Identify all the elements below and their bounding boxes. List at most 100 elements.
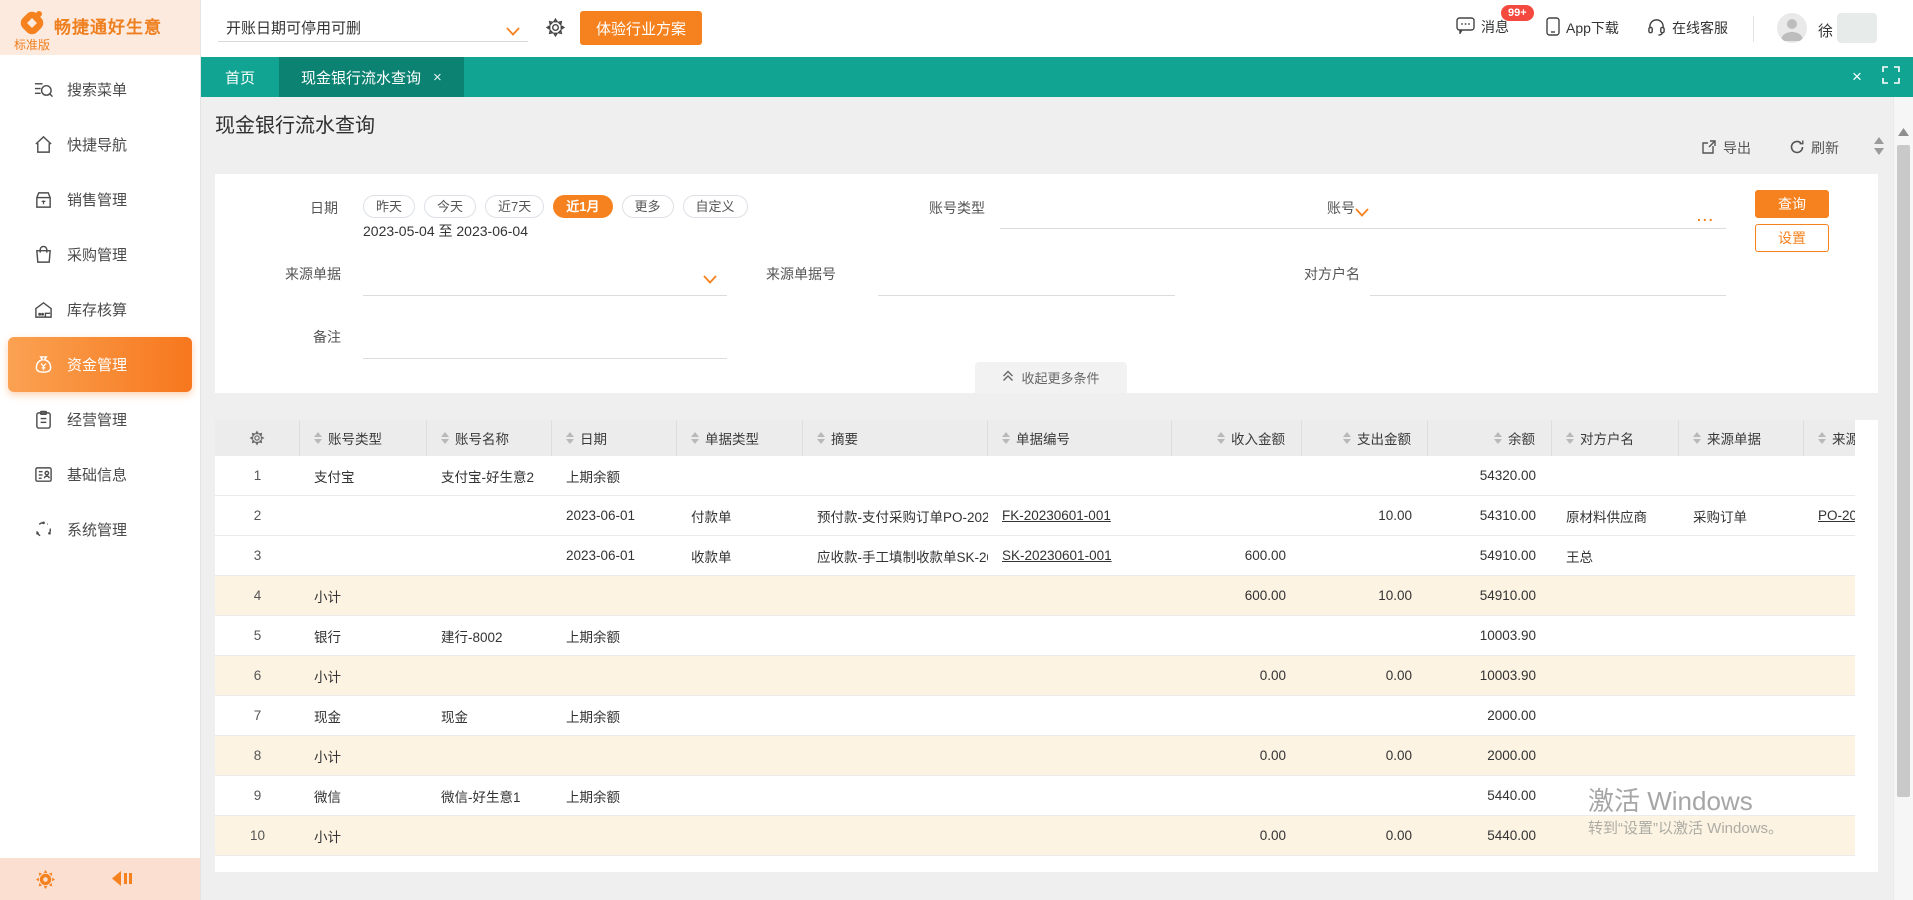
scroll-up-icon[interactable] [1898, 123, 1909, 141]
sort-icon[interactable] [1818, 432, 1826, 444]
date-range-value[interactable]: 2023-05-04 至 2023-06-04 [363, 221, 528, 241]
column-header-对方户名[interactable]: 对方户名 [1552, 420, 1679, 456]
spinner-up-icon[interactable] [1874, 137, 1884, 144]
cell-日期 [552, 656, 677, 695]
date-preset-近7天[interactable]: 近7天 [485, 195, 545, 218]
collapse-filters-button[interactable]: 收起更多条件 [975, 362, 1127, 393]
sort-icon[interactable] [817, 432, 825, 444]
cell-单据类型 [677, 456, 803, 495]
date-preset-近1月[interactable]: 近1月 [553, 195, 613, 218]
date-preset-更多[interactable]: 更多 [621, 195, 674, 218]
sort-icon[interactable] [314, 432, 322, 444]
account-type-select[interactable] [1000, 228, 1383, 229]
counterparty-input[interactable] [1370, 295, 1726, 296]
column-header-账号名称[interactable]: 账号名称 [427, 420, 552, 456]
refresh-button[interactable]: 刷新 [1789, 138, 1839, 158]
cell-来源单据 [1679, 816, 1804, 855]
cell-对方户名: 原材料供应商 [1566, 509, 1647, 525]
app-download-button[interactable]: App下载 [1546, 17, 1619, 39]
tab-home[interactable]: 首页 [201, 57, 279, 97]
sidebar-item-资金管理[interactable]: 资金管理 [8, 337, 192, 392]
settings-button[interactable]: 设置 [1755, 224, 1829, 252]
main-content: 现金银行流水查询 导出 刷新 日期 昨天 今天 近7天 近1月 更多 自定义 2023-0… [201, 97, 1893, 900]
column-header-单据类型[interactable]: 单据类型 [677, 420, 803, 456]
sidebar-item-系统管理[interactable]: 系统管理 [8, 502, 192, 557]
column-header-账号类型[interactable]: 账号类型 [300, 420, 427, 456]
sort-icon[interactable] [691, 432, 699, 444]
chevron-down-icon[interactable] [703, 271, 717, 289]
column-header-余额[interactable]: 余额 [1428, 420, 1552, 456]
cell-支出金额 [1302, 456, 1428, 495]
cell-支出金额: 10.00 [1378, 508, 1412, 523]
sort-icon[interactable] [1217, 432, 1225, 444]
column-header-来源单据号[interactable]: 来源单据号 [1804, 420, 1855, 456]
sidebar-item-搜索菜单[interactable]: 搜索菜单 [8, 62, 192, 117]
user-avatar[interactable] [1777, 13, 1807, 43]
date-preset-昨天[interactable]: 昨天 [363, 195, 416, 218]
cell-余额: 5440.00 [1487, 788, 1536, 803]
column-header-收入金额[interactable]: 收入金额 [1172, 420, 1302, 456]
brand-name: 畅捷通好生意 [54, 18, 162, 37]
sort-icon[interactable] [566, 432, 574, 444]
column-header-支出金额[interactable]: 支出金额 [1302, 420, 1428, 456]
sidebar-item-销售管理[interactable]: 销售管理 [8, 172, 192, 227]
chevron-down-icon[interactable] [1355, 204, 1369, 222]
sidebar-item-采购管理[interactable]: 采购管理 [8, 227, 192, 282]
sidebar-collapse-icon[interactable] [112, 871, 132, 891]
system-icon [34, 520, 53, 539]
column-header-日期[interactable]: 日期 [552, 420, 677, 456]
filter-panel: 日期 昨天 今天 近7天 近1月 更多 自定义 2023-05-04 至 2023-06-… [215, 174, 1878, 393]
cell-收入金额 [1172, 616, 1302, 655]
document-link[interactable]: PO-20230601-001 [1818, 508, 1855, 523]
sidebar-item-label: 资金管理 [67, 357, 128, 374]
online-support-button[interactable]: 在线客服 [1647, 17, 1728, 39]
sidebar-settings-gear-icon[interactable] [36, 870, 55, 894]
cell-账号名称: 现金 [441, 709, 468, 725]
sidebar-item-快捷导航[interactable]: 快捷导航 [8, 117, 192, 172]
tab-cash-bank-flow[interactable]: 现金银行流水查询 × [279, 57, 464, 97]
remark-input[interactable] [363, 358, 727, 359]
column-settings-gear-icon[interactable] [215, 420, 300, 456]
spinner-down-icon[interactable] [1874, 148, 1884, 155]
online-support-label: 在线客服 [1672, 20, 1728, 36]
sort-icon[interactable] [1693, 432, 1701, 444]
column-header-来源单据[interactable]: 来源单据 [1679, 420, 1804, 456]
messages-button[interactable]: 消息 [1456, 17, 1509, 37]
page-spinner[interactable] [1874, 137, 1884, 155]
trial-plan-button[interactable]: 体验行业方案 [580, 11, 702, 45]
sidebar-item-经营管理[interactable]: 经营管理 [8, 392, 192, 447]
document-link[interactable]: SK-20230601-001 [1002, 548, 1112, 563]
tab-close-icon[interactable]: × [433, 69, 442, 86]
account-more-button[interactable]: ... [1697, 208, 1715, 224]
account-set-dropdown[interactable]: 开账日期可停用可删 [218, 14, 528, 42]
cell-对方户名 [1552, 736, 1679, 775]
fullscreen-icon[interactable] [1882, 66, 1900, 89]
sort-icon[interactable] [1566, 432, 1574, 444]
document-link[interactable]: FK-20230601-001 [1002, 508, 1111, 523]
sort-icon[interactable] [1494, 432, 1502, 444]
cell-账号类型 [300, 496, 427, 535]
sidebar-item-库存核算[interactable]: 库存核算 [8, 282, 192, 337]
close-all-tabs-icon[interactable]: × [1842, 57, 1872, 97]
sort-icon[interactable] [1343, 432, 1351, 444]
settings-gear-icon[interactable] [545, 17, 566, 43]
cell-账号类型: 小计 [314, 589, 341, 605]
account-input[interactable] [1367, 228, 1726, 229]
sort-icon[interactable] [441, 432, 449, 444]
date-preset-自定义[interactable]: 自定义 [682, 195, 748, 218]
column-label: 对方户名 [1580, 432, 1634, 447]
export-button[interactable]: 导出 [1701, 138, 1751, 158]
cell-账号名称 [427, 656, 552, 695]
query-button[interactable]: 查询 [1755, 190, 1829, 218]
date-preset-今天[interactable]: 今天 [424, 195, 477, 218]
sort-icon[interactable] [1002, 432, 1010, 444]
cell-账号名称 [427, 736, 552, 775]
sidebar-item-基础信息[interactable]: 基础信息 [8, 447, 192, 502]
column-header-单据编号[interactable]: 单据编号 [988, 420, 1172, 456]
source-doc-no-input[interactable] [878, 295, 1175, 296]
source-doc-select[interactable] [363, 295, 727, 296]
column-header-摘要[interactable]: 摘要 [803, 420, 988, 456]
cell-单据编号 [988, 456, 1172, 495]
scrollbar-thumb[interactable] [1897, 145, 1910, 797]
page-scrollbar[interactable] [1893, 97, 1913, 900]
